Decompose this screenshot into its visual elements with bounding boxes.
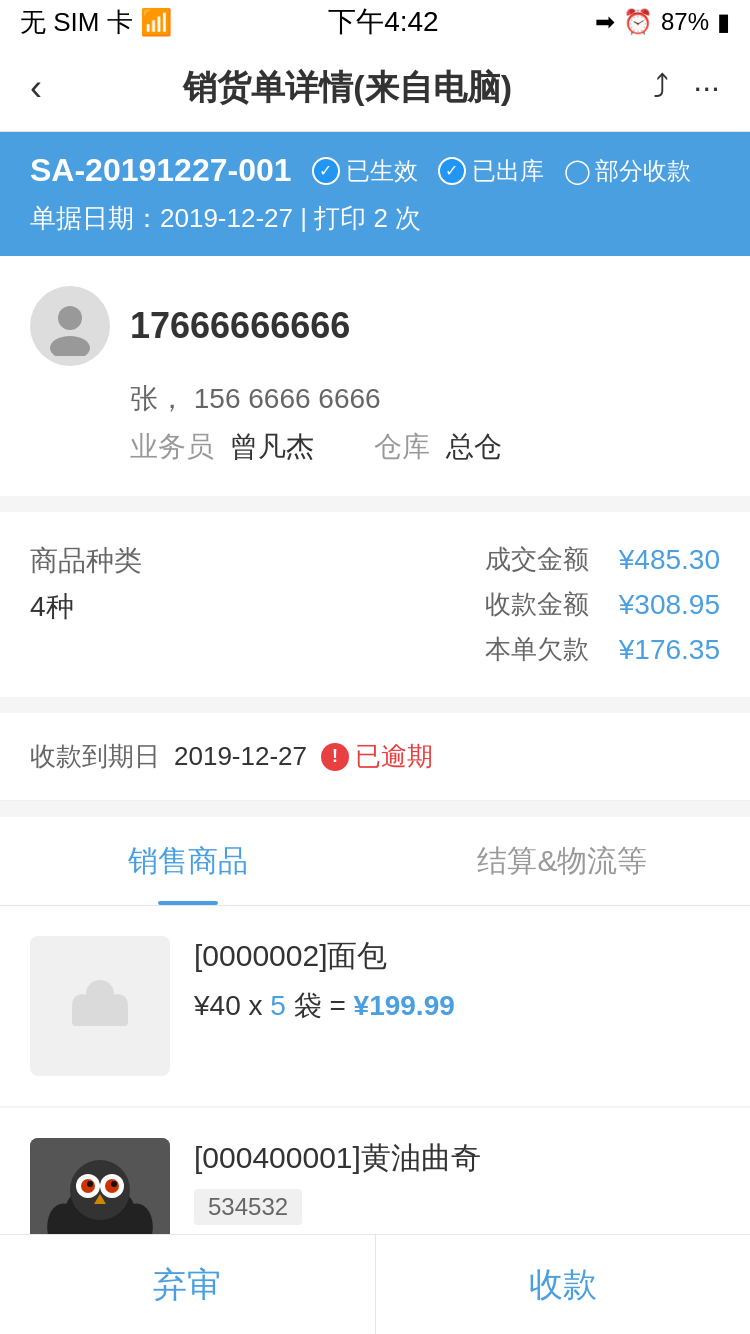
location-icon: ➡ xyxy=(595,8,615,36)
check-icon-1: ✓ xyxy=(312,157,340,185)
type-count: 4种 xyxy=(30,588,142,626)
status-shipped-label: 已出库 xyxy=(472,155,544,187)
tab-products-label: 销售商品 xyxy=(128,841,248,882)
customer-phone2: 156 6666 6666 xyxy=(194,383,381,414)
svg-point-13 xyxy=(87,1181,93,1187)
cancel-label: 弃审 xyxy=(153,1262,221,1308)
svg-point-14 xyxy=(111,1181,117,1187)
svg-point-1 xyxy=(50,336,90,356)
salesperson-value: 曾凡杰 xyxy=(230,431,314,462)
product-price-1: ¥40 x 5 袋 = ¥199.99 xyxy=(194,987,720,1025)
customer-detail: 张， 156 6666 6666 xyxy=(30,380,720,418)
alarm-icon: ⏰ xyxy=(623,8,653,36)
svg-rect-5 xyxy=(72,1004,128,1026)
stats-left: 商品种类 4种 xyxy=(30,542,142,626)
tab-settlement-label: 结算&物流等 xyxy=(477,841,647,882)
customer-row: 17666666666 xyxy=(30,286,720,366)
due-label: 收款到期日 xyxy=(30,739,160,774)
header-banner: SA-20191227-001 ✓ 已生效 ✓ 已出库 ◯ 部分收款 单据日期：… xyxy=(0,132,750,256)
amount-label: 成交金额 xyxy=(485,542,589,577)
separator: | xyxy=(300,203,314,233)
product-name-1: [0000002]面包 xyxy=(194,936,720,977)
order-date: 单据日期：2019-12-27 xyxy=(30,203,293,233)
status-left: 无 SIM 卡 📶 xyxy=(20,5,172,40)
overdue-badge: ! 已逾期 xyxy=(321,739,433,774)
amount-row: 成交金额 ¥485.30 xyxy=(485,542,720,577)
status-partial-label: 部分收款 xyxy=(595,155,691,187)
owed-value: ¥176.35 xyxy=(619,634,720,666)
product-image-1 xyxy=(30,936,170,1076)
tab-products[interactable]: 销售商品 xyxy=(0,817,375,905)
due-date-value: 2019-12-27 xyxy=(174,741,307,772)
status-right: ➡ ⏰ 87% ▮ xyxy=(595,8,730,36)
header-date-row: 单据日期：2019-12-27 | 打印 2 次 xyxy=(30,201,720,236)
confirm-label: 收款 xyxy=(529,1262,597,1308)
warehouse-label: 仓库 xyxy=(374,431,430,462)
status-bar: 无 SIM 卡 📶 下午4:42 ➡ ⏰ 87% ▮ xyxy=(0,0,750,44)
tabs-section: 销售商品 结算&物流等 xyxy=(0,817,750,906)
customer-name-text: 张 xyxy=(130,383,158,414)
customer-section: 17666666666 张， 156 6666 6666 业务员 曾凡杰 仓库 … xyxy=(0,256,750,496)
back-button[interactable]: ‹ xyxy=(30,67,42,109)
avatar xyxy=(30,286,110,366)
tab-settlement[interactable]: 结算&物流等 xyxy=(375,817,750,905)
confirm-button[interactable]: 收款 xyxy=(376,1235,751,1334)
status-partial: ◯ 部分收款 xyxy=(564,155,691,187)
status-effective-label: 已生效 xyxy=(346,155,418,187)
print-info: 打印 2 次 xyxy=(314,203,421,233)
customer-meta: 业务员 曾凡杰 仓库 总仓 xyxy=(30,428,720,466)
warehouse-value: 总仓 xyxy=(446,431,502,462)
battery-icon: ▮ xyxy=(717,8,730,36)
stats-section: 商品种类 4种 成交金额 ¥485.30 收款金额 ¥308.95 本单欠款 ¥… xyxy=(0,512,750,697)
product-total-1: ¥199.99 xyxy=(354,990,455,1021)
battery-level: 87% xyxy=(661,8,709,36)
status-shipped: ✓ 已出库 xyxy=(438,155,544,187)
amount-value: ¥485.30 xyxy=(619,544,720,576)
warehouse-info: 仓库 总仓 xyxy=(374,428,502,466)
salesperson-label: 业务员 xyxy=(130,431,214,462)
svg-point-0 xyxy=(58,306,82,330)
received-value: ¥308.95 xyxy=(619,589,720,621)
nav-bar: ‹ 销货单详情(来自电脑) ⤴ ··· xyxy=(0,44,750,132)
check-icon-2: ✓ xyxy=(438,157,466,185)
more-icon[interactable]: ··· xyxy=(693,69,720,106)
owed-row: 本单欠款 ¥176.35 xyxy=(485,632,720,667)
product-item-1: [0000002]面包 ¥40 x 5 袋 = ¥199.99 xyxy=(0,906,750,1106)
due-date-section: 收款到期日 2019-12-27 ! 已逾期 xyxy=(0,713,750,801)
order-id: SA-20191227-001 xyxy=(30,152,292,189)
page-title: 销货单详情(来自电脑) xyxy=(183,65,512,111)
stats-right: 成交金额 ¥485.30 收款金额 ¥308.95 本单欠款 ¥176.35 xyxy=(485,542,720,667)
status-time: 下午4:42 xyxy=(328,3,439,41)
header-top-row: SA-20191227-001 ✓ 已生效 ✓ 已出库 ◯ 部分收款 xyxy=(30,152,720,189)
salesperson-info: 业务员 曾凡杰 xyxy=(130,428,314,466)
status-effective: ✓ 已生效 xyxy=(312,155,418,187)
overdue-icon: ! xyxy=(321,743,349,771)
product-info-1: [0000002]面包 ¥40 x 5 袋 = ¥199.99 xyxy=(194,936,720,1025)
cancel-button[interactable]: 弃审 xyxy=(0,1235,376,1334)
customer-phone: 17666666666 xyxy=(130,305,350,347)
product-name-2: [000400001]黄油曲奇 xyxy=(194,1138,720,1179)
share-icon[interactable]: ⤴ xyxy=(653,69,669,106)
received-label: 收款金额 xyxy=(485,587,589,622)
stats-row: 商品种类 4种 成交金额 ¥485.30 收款金额 ¥308.95 本单欠款 ¥… xyxy=(30,542,720,667)
type-label: 商品种类 xyxy=(30,542,142,580)
clock-icon: ◯ xyxy=(564,157,591,185)
received-row: 收款金额 ¥308.95 xyxy=(485,587,720,622)
product-qty-1: 5 xyxy=(270,990,286,1021)
overdue-text: 已逾期 xyxy=(355,739,433,774)
product-sku-2: 534532 xyxy=(194,1189,302,1225)
nav-actions: ⤴ ··· xyxy=(653,69,720,106)
owed-label: 本单欠款 xyxy=(485,632,589,667)
bottom-bar: 弃审 收款 xyxy=(0,1234,750,1334)
